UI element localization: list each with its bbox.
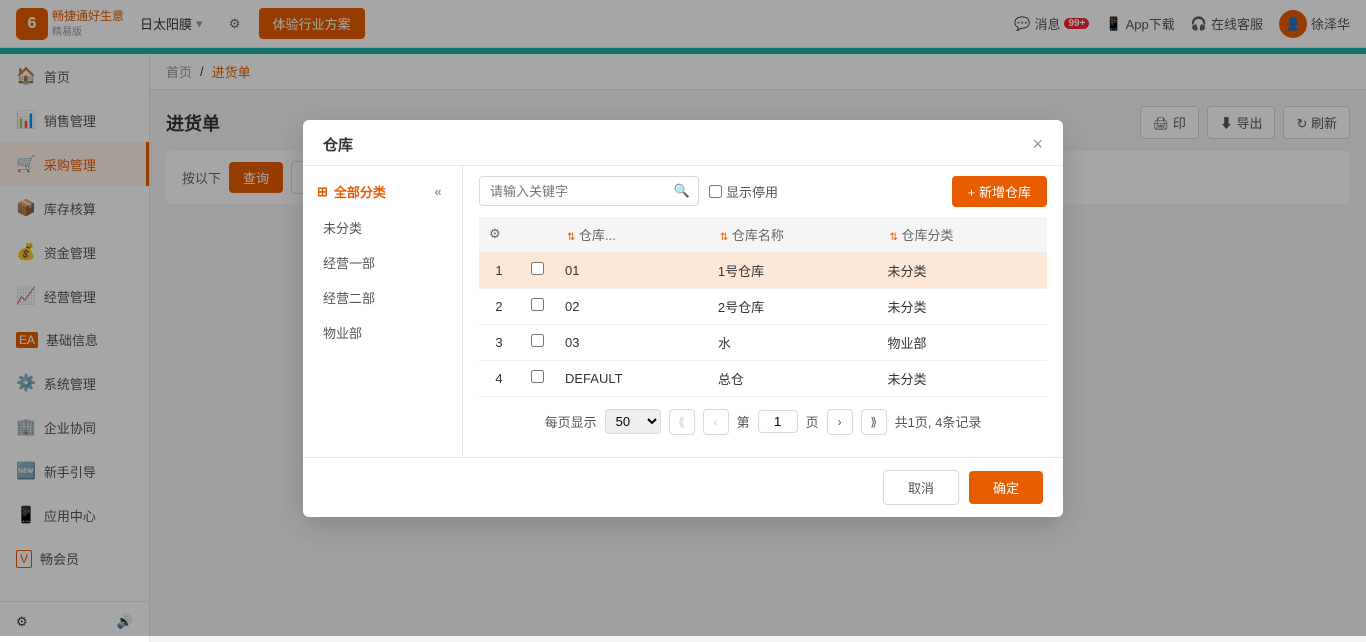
category-sidebar: ⊞ 全部分类 « 未分类 经营一部 经营二部 物业部 — [303, 166, 463, 457]
all-categories-item[interactable]: ⊞ 全部分类 « — [303, 174, 462, 210]
th-code: ⇅ 仓库... — [555, 217, 708, 253]
row-checkbox-1[interactable] — [531, 262, 544, 275]
row-code-2: 02 — [555, 288, 708, 324]
row-checkbox-3[interactable] — [531, 334, 544, 347]
table-header-row: ⚙ ⇅ 仓库... ⇅ 仓库名称 ⇅ 仓库分类 — [479, 217, 1047, 253]
sort-icon-name: ⇅ — [720, 232, 728, 243]
row-check-2[interactable] — [519, 288, 555, 324]
category-item-unclassified[interactable]: 未分类 — [303, 210, 462, 245]
add-warehouse-button[interactable]: + 新增仓库 — [952, 176, 1047, 207]
table-header: ⚙ ⇅ 仓库... ⇅ 仓库名称 ⇅ 仓库分类 — [479, 217, 1047, 253]
row-category-3: 物业部 — [877, 324, 1047, 360]
sort-icon-cat: ⇅ — [889, 232, 897, 243]
row-check-1[interactable] — [519, 252, 555, 288]
dialog-header: 仓库 × — [303, 120, 1063, 166]
row-name-4: 总仓 — [708, 360, 878, 396]
table-scroll-container: ⚙ ⇅ 仓库... ⇅ 仓库名称 ⇅ 仓库分类 — [479, 217, 1047, 397]
grid-icon: ⊞ — [317, 184, 328, 200]
th-name: ⇅ 仓库名称 — [708, 217, 878, 253]
next-page-button[interactable]: › — [827, 409, 853, 435]
row-category-4: 未分类 — [877, 360, 1047, 396]
page-size-select[interactable]: 50 10 20 100 — [605, 409, 661, 434]
all-categories-label: 全部分类 — [334, 182, 386, 201]
row-code-1: 01 — [555, 252, 708, 288]
row-name-1: 1号仓库 — [708, 252, 878, 288]
page-number-input[interactable] — [758, 410, 798, 433]
search-input-wrap: 🔍 — [479, 176, 699, 206]
table-row[interactable]: 2 02 2号仓库 未分类 — [479, 288, 1047, 324]
row-code-4: DEFAULT — [555, 360, 708, 396]
row-code-3: 03 — [555, 324, 708, 360]
page-label: 第 — [737, 412, 750, 431]
category-item-property[interactable]: 物业部 — [303, 315, 462, 350]
row-checkbox-2[interactable] — [531, 298, 544, 311]
dialog-close-button[interactable]: × — [1032, 134, 1043, 155]
row-checkbox-4[interactable] — [531, 370, 544, 383]
th-category: ⇅ 仓库分类 — [877, 217, 1047, 253]
row-name-2: 2号仓库 — [708, 288, 878, 324]
show-disabled-checkbox[interactable] — [709, 185, 722, 198]
page-suffix: 页 — [806, 412, 819, 431]
total-info: 共1页, 4条记录 — [895, 412, 982, 431]
warehouse-table: ⚙ ⇅ 仓库... ⇅ 仓库名称 ⇅ 仓库分类 — [479, 217, 1047, 397]
table-row[interactable]: 4 DEFAULT 总仓 未分类 — [479, 360, 1047, 396]
row-check-4[interactable] — [519, 360, 555, 396]
last-page-button[interactable]: ⟫ — [861, 409, 887, 435]
row-settings-1: 1 — [479, 252, 519, 288]
row-settings-3: 3 — [479, 324, 519, 360]
confirm-button[interactable]: 确定 — [969, 471, 1043, 504]
warehouse-dialog: 仓库 × ⊞ 全部分类 « 未分类 经营一部 经营二部 物业部 — [303, 120, 1063, 517]
dialog-body: ⊞ 全部分类 « 未分类 经营一部 经营二部 物业部 🔍 — [303, 166, 1063, 457]
sort-icon-code: ⇅ — [567, 232, 575, 243]
row-settings-4: 4 — [479, 360, 519, 396]
search-icon[interactable]: 🔍 — [666, 177, 698, 205]
row-category-2: 未分类 — [877, 288, 1047, 324]
show-disabled-label[interactable]: 显示停用 — [709, 182, 778, 201]
dialog-footer: 取消 确定 — [303, 457, 1063, 517]
page-size-label: 每页显示 — [545, 412, 597, 431]
row-category-1: 未分类 — [877, 252, 1047, 288]
row-name-3: 水 — [708, 324, 878, 360]
prev-page-button[interactable]: ‹ — [703, 409, 729, 435]
table-body: 1 01 1号仓库 未分类 2 02 2号仓库 — [479, 252, 1047, 396]
category-item-dept2[interactable]: 经营二部 — [303, 280, 462, 315]
th-settings: ⚙ — [479, 217, 519, 253]
table-toolbar: 🔍 显示停用 + 新增仓库 — [479, 176, 1047, 207]
dialog-title: 仓库 — [323, 134, 353, 155]
show-disabled-text: 显示停用 — [726, 182, 778, 201]
th-check — [519, 217, 555, 253]
row-check-3[interactable] — [519, 324, 555, 360]
table-area: 🔍 显示停用 + 新增仓库 ⚙ — [463, 166, 1063, 457]
dialog-overlay: 仓库 × ⊞ 全部分类 « 未分类 经营一部 经营二部 物业部 — [0, 0, 1366, 636]
first-page-button[interactable]: ⟪ — [669, 409, 695, 435]
category-item-dept1[interactable]: 经营一部 — [303, 245, 462, 280]
collapse-icon[interactable]: « — [428, 182, 448, 202]
table-row[interactable]: 1 01 1号仓库 未分类 — [479, 252, 1047, 288]
cancel-button[interactable]: 取消 — [883, 470, 959, 505]
pagination: 每页显示 50 10 20 100 ⟪ ‹ 第 页 › ⟫ 共1页, 4条记录 — [479, 397, 1047, 447]
row-settings-2: 2 — [479, 288, 519, 324]
table-row[interactable]: 3 03 水 物业部 — [479, 324, 1047, 360]
search-input[interactable] — [480, 178, 666, 205]
